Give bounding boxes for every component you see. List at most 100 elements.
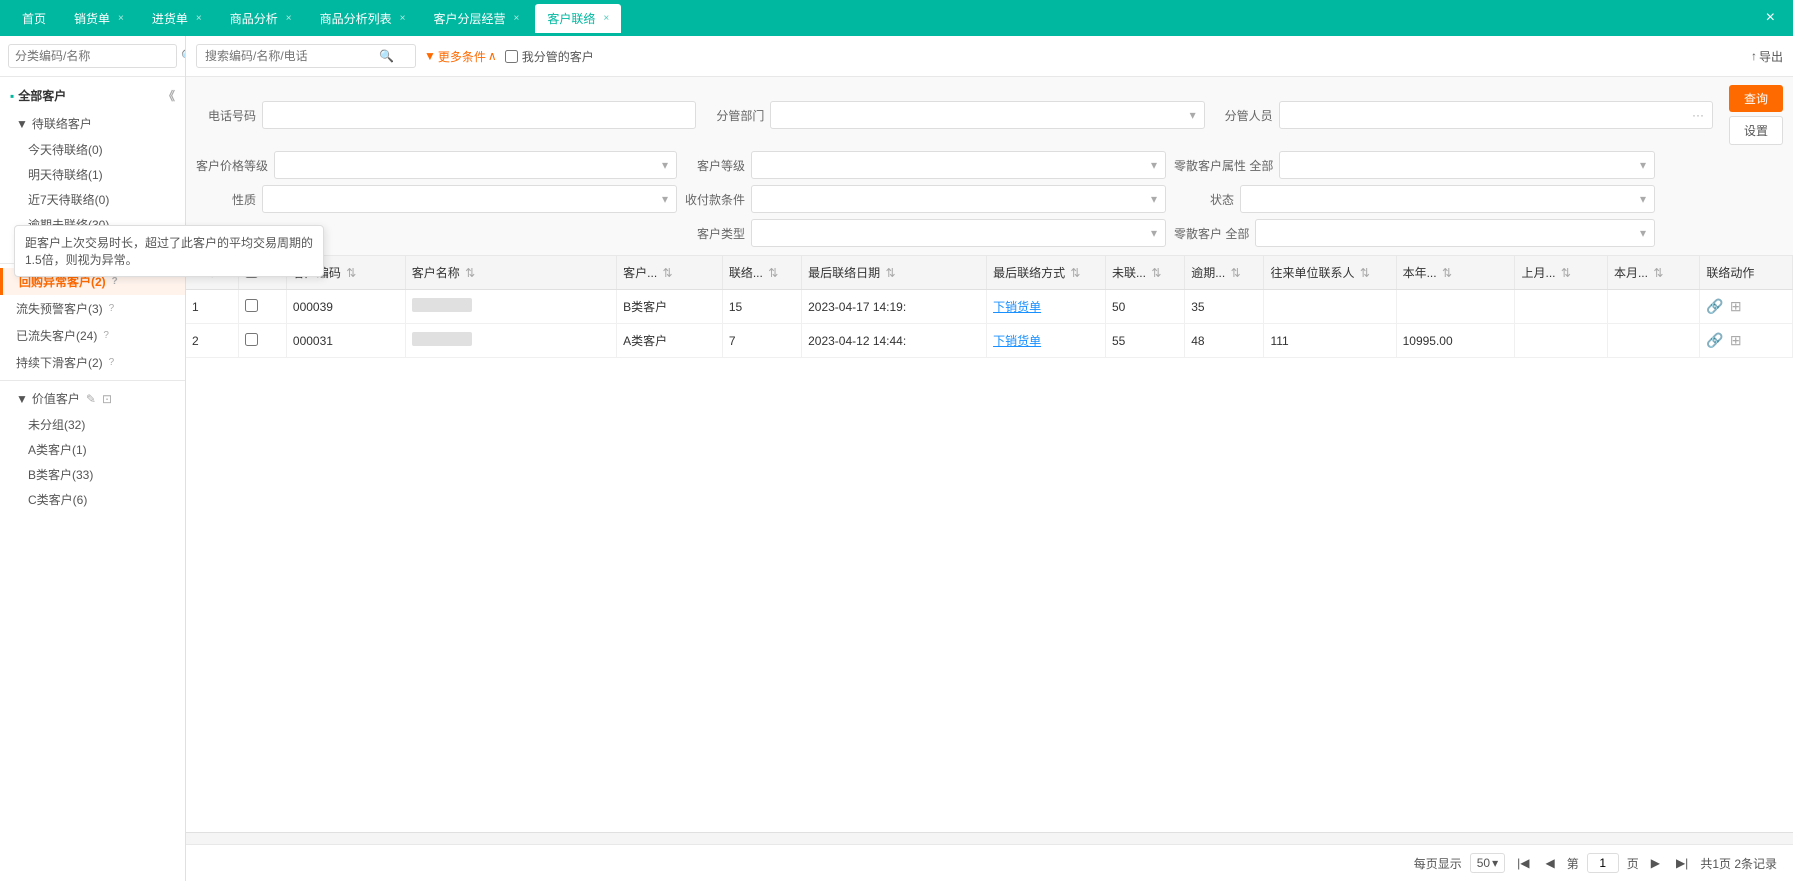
nav-product-analysis-close[interactable]: ×	[286, 13, 292, 24]
sort-icon-code[interactable]: ⇅	[346, 266, 356, 280]
filter-retail-attr: 零散客户属性 全部 ▾	[1174, 151, 1655, 179]
nav-purchase-close[interactable]: ×	[196, 13, 202, 24]
filter-phone-input[interactable]	[262, 101, 696, 129]
th-type[interactable]: 客户... ⇅	[617, 256, 723, 290]
nav-customer-contact-close[interactable]: ×	[603, 13, 609, 24]
action-grid-icon-1[interactable]: ⊞	[1730, 298, 1742, 315]
action-link-icon-2[interactable]: 🔗	[1706, 332, 1723, 349]
filter-search-input[interactable]	[205, 49, 375, 63]
nav-customer-tier[interactable]: 客户分层经营 ×	[421, 4, 531, 33]
nav-sales-close[interactable]: ×	[118, 13, 124, 24]
filter-my-customers[interactable]: 我分管的客户	[505, 48, 594, 65]
export-button[interactable]: ↑ 导出	[1751, 48, 1783, 65]
td-thisyear-1	[1396, 290, 1515, 324]
filter-search-icon[interactable]: 🔍	[379, 49, 394, 63]
last-page-btn[interactable]: ▶|	[1672, 854, 1692, 872]
filter-row-2: 客户价格等级 ▾ 客户等级 ▾ 零散客户属性 全部	[196, 151, 1783, 179]
filter-nature-select[interactable]: ▾	[262, 185, 677, 213]
sort-icon-unread[interactable]: ⇅	[1151, 266, 1161, 280]
filter-more-conditions[interactable]: ▼ 更多条件 ∧	[424, 48, 497, 65]
filter-dept-select[interactable]: ▾	[770, 101, 1204, 129]
sidebar-item-declining[interactable]: 持续下滑客户(2) ?	[0, 349, 185, 376]
sidebar-item-c-class[interactable]: C类客户(6)	[0, 487, 185, 512]
filter-customer-type-select[interactable]: ▾	[751, 219, 1166, 247]
sidebar-all-customers[interactable]: ▪ 全部客户 《	[0, 81, 185, 110]
sort-icon-thisyear[interactable]: ⇅	[1442, 266, 1452, 280]
th-contact[interactable]: 往来单位联系人 ⇅	[1264, 256, 1396, 290]
horizontal-scrollbar[interactable]	[186, 832, 1793, 844]
nav-customer-contact[interactable]: 客户联络 ×	[535, 4, 621, 33]
page-input[interactable]	[1587, 853, 1619, 873]
filter-my-customers-checkbox[interactable]	[505, 50, 518, 63]
filter-retail-customer-select[interactable]: ▾	[1255, 219, 1655, 247]
filter-retail-attr-select[interactable]: ▾	[1279, 151, 1655, 179]
nav-customer-tier-close[interactable]: ×	[513, 13, 519, 24]
filter-payment-select[interactable]: ▾	[751, 185, 1166, 213]
next-page-btn[interactable]: ▶	[1647, 854, 1664, 872]
sidebar-item-tomorrow[interactable]: 明天待联络(1)	[0, 162, 185, 187]
nav-home[interactable]: 首页	[10, 4, 58, 33]
sort-icon-lastmonth[interactable]: ⇅	[1561, 266, 1571, 280]
row2-checkbox[interactable]	[245, 333, 258, 346]
sidebar-collapse-btn[interactable]: 《	[163, 87, 175, 104]
sidebar-item-a-class[interactable]: A类客户(1)	[0, 437, 185, 462]
filter-price-level-select[interactable]: ▾	[274, 151, 677, 179]
td-lastmonth-1	[1515, 290, 1607, 324]
action-link-icon-1[interactable]: 🔗	[1706, 298, 1723, 315]
th-contacts[interactable]: 联络... ⇅	[722, 256, 801, 290]
nav-product-list-close[interactable]: ×	[400, 13, 406, 24]
td-code-2: 000031	[286, 324, 405, 358]
sort-icon-type[interactable]: ⇅	[663, 266, 673, 280]
filter-bar: 🔍 ▼ 更多条件 ∧ 我分管的客户 ↑ 导出	[186, 36, 1793, 77]
sidebar-item-churned[interactable]: 已流失客户(24) ?	[0, 322, 185, 349]
th-thisyear[interactable]: 本年... ⇅	[1396, 256, 1515, 290]
value-customer-settings-icon[interactable]: ⊡	[102, 392, 112, 406]
lastway-link-1[interactable]: 下销货单	[993, 300, 1041, 314]
settings-button[interactable]: 设置	[1729, 116, 1783, 145]
filter-search-box[interactable]: 🔍	[196, 44, 416, 68]
right-content: 🔍 ▼ 更多条件 ∧ 我分管的客户 ↑ 导出 电话号码	[186, 36, 1793, 881]
th-lastway[interactable]: 最后联络方式 ⇅	[987, 256, 1106, 290]
first-page-btn[interactable]: |◀	[1513, 854, 1533, 872]
filter-customer-level-select[interactable]: ▾	[751, 151, 1166, 179]
th-overdue[interactable]: 逾期... ⇅	[1185, 256, 1264, 290]
filter-status-select[interactable]: ▾	[1240, 185, 1655, 213]
per-page-select[interactable]: 50 ▾	[1470, 853, 1505, 873]
sort-icon-contacts[interactable]: ⇅	[768, 266, 778, 280]
th-thismonth[interactable]: 本月... ⇅	[1607, 256, 1699, 290]
th-lastdate[interactable]: 最后联络日期 ⇅	[802, 256, 987, 290]
action-grid-icon-2[interactable]: ⊞	[1730, 332, 1742, 349]
sort-icon-contact[interactable]: ⇅	[1360, 266, 1370, 280]
filter-manager-select[interactable]: ···	[1279, 101, 1713, 129]
sidebar-item-churn-warning[interactable]: 流失预警客户(3) ?	[0, 295, 185, 322]
sidebar-item-today[interactable]: 今天待联络(0)	[0, 137, 185, 162]
sort-icon-thismonth[interactable]: ⇅	[1653, 266, 1663, 280]
lastway-link-2[interactable]: 下销货单	[993, 334, 1041, 348]
query-button[interactable]: 查询	[1729, 85, 1783, 112]
nav-product-list[interactable]: 商品分析列表 ×	[308, 4, 418, 33]
sidebar-item-ungrouped[interactable]: 未分组(32)	[0, 412, 185, 437]
sidebar-item-b-class[interactable]: B类客户(33)	[0, 462, 185, 487]
sidebar-group-waiting[interactable]: ▼ 待联络客户	[0, 110, 185, 137]
th-unread[interactable]: 未联... ⇅	[1105, 256, 1184, 290]
value-customer-edit-icon[interactable]: ✎	[86, 392, 96, 406]
th-lastmonth[interactable]: 上月... ⇅	[1515, 256, 1607, 290]
row1-checkbox[interactable]	[245, 299, 258, 312]
th-name[interactable]: 客户名称 ⇅	[405, 256, 616, 290]
td-contact-1	[1264, 290, 1396, 324]
sort-icon-name[interactable]: ⇅	[465, 266, 475, 280]
nav-close-all[interactable]: ×	[1758, 5, 1783, 31]
sort-icon-lastway[interactable]: ⇅	[1070, 266, 1080, 280]
sidebar-item-7days[interactable]: 近7天待联络(0)	[0, 187, 185, 212]
nav-purchase[interactable]: 进货单 ×	[140, 4, 214, 33]
sort-icon-lastdate[interactable]: ⇅	[885, 266, 895, 280]
nav-sales[interactable]: 销货单 ×	[62, 4, 136, 33]
td-thismonth-1	[1607, 290, 1699, 324]
prev-page-btn[interactable]: ◀	[1541, 854, 1558, 872]
sidebar-search-area: 🔍	[0, 36, 185, 77]
sort-icon-overdue[interactable]: ⇅	[1231, 266, 1241, 280]
sidebar-search-input[interactable]	[8, 44, 177, 68]
nav-product-analysis[interactable]: 商品分析 ×	[218, 4, 304, 33]
per-page-arrow: ▾	[1492, 856, 1498, 870]
sidebar-value-customer-header[interactable]: ▼ 价值客户 ✎ ⊡	[0, 385, 185, 412]
